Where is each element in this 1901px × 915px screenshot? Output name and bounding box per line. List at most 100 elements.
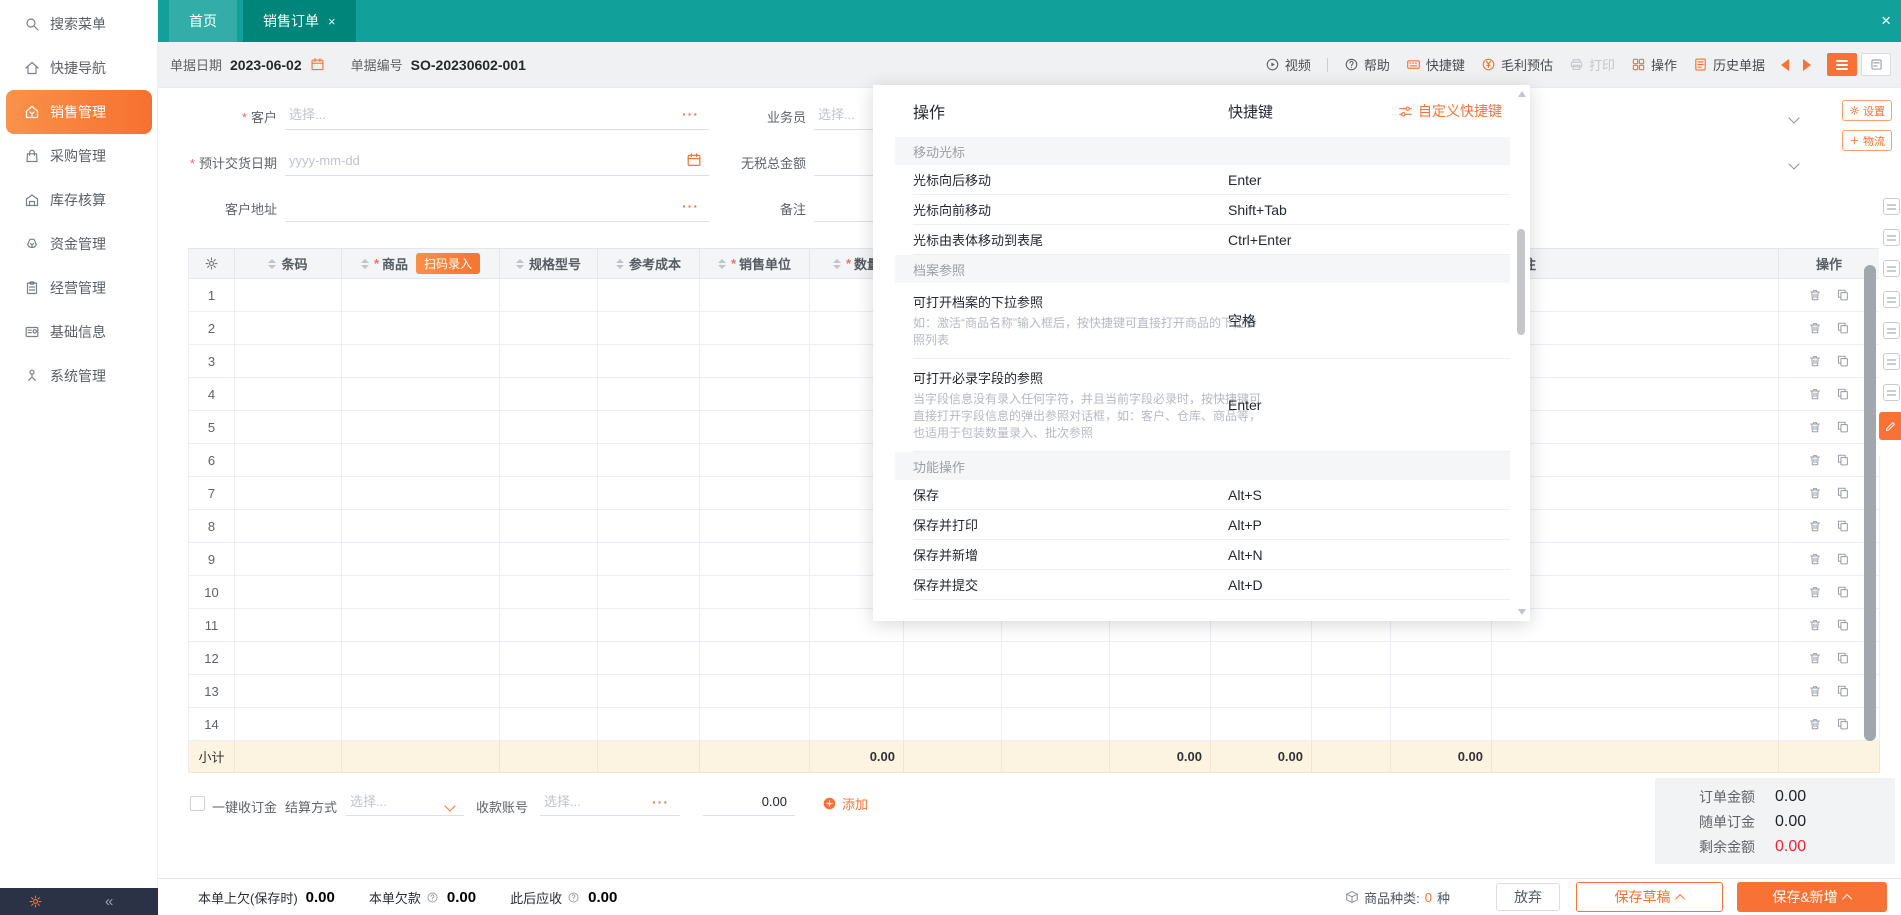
col-header-参考成本[interactable]: 参考成本	[598, 249, 700, 279]
grid-cell[interactable]	[700, 675, 810, 708]
grid-cell[interactable]	[235, 279, 342, 312]
grid-cell[interactable]	[1492, 444, 1779, 477]
grid-cell[interactable]	[598, 543, 700, 576]
tab-close-icon[interactable]: ×	[328, 14, 336, 29]
grid-cell[interactable]	[700, 642, 810, 675]
grid-cell[interactable]	[1492, 708, 1779, 741]
grid-cell[interactable]	[700, 312, 810, 345]
customer-input[interactable]	[285, 100, 709, 130]
grid-cell[interactable]	[810, 642, 904, 675]
sidebar-collapse-button[interactable]: «	[105, 893, 113, 910]
delete-row-icon[interactable]	[1808, 321, 1822, 335]
section-collapse-icon[interactable]	[1788, 156, 1804, 170]
grid-cell[interactable]	[342, 609, 500, 642]
customer-address-input[interactable]	[285, 192, 709, 222]
delivery-date-input[interactable]	[285, 146, 709, 176]
grid-cell[interactable]	[598, 378, 700, 411]
grid-cell[interactable]	[598, 510, 700, 543]
grid-cell[interactable]	[1492, 642, 1779, 675]
col-header-条码[interactable]: 条码	[235, 249, 342, 279]
grid-cell[interactable]	[235, 609, 342, 642]
grid-cell[interactable]	[235, 675, 342, 708]
grid-cell[interactable]	[598, 642, 700, 675]
sort-control[interactable]	[268, 258, 277, 269]
toolbar-doc-button[interactable]: 历史单据	[1693, 55, 1765, 74]
grid-cell[interactable]	[598, 345, 700, 378]
copy-row-icon[interactable]	[1836, 717, 1850, 731]
grid-cell[interactable]	[1391, 675, 1492, 708]
deposit-amount-input[interactable]	[703, 788, 795, 816]
grid-cell[interactable]	[235, 477, 342, 510]
one-key-deposit-checkbox[interactable]	[190, 796, 205, 811]
rail-icon-6[interactable]	[1883, 353, 1900, 370]
rail-icon-5[interactable]	[1883, 322, 1900, 339]
delete-row-icon[interactable]	[1808, 552, 1822, 566]
grid-cell[interactable]	[700, 708, 810, 741]
toolbar-question-button[interactable]: 帮助	[1344, 55, 1390, 74]
copy-row-icon[interactable]	[1836, 420, 1850, 434]
copy-row-icon[interactable]	[1836, 684, 1850, 698]
sort-control[interactable]	[832, 258, 841, 269]
prev-doc-arrow[interactable]	[1781, 58, 1789, 71]
copy-row-icon[interactable]	[1836, 288, 1850, 302]
copy-row-icon[interactable]	[1836, 618, 1850, 632]
toolbar-keyboard-button[interactable]: 快捷键	[1406, 55, 1465, 74]
grid-cell[interactable]	[598, 609, 700, 642]
scan-entry-button[interactable]: 扫码录入	[416, 253, 481, 274]
logistics-button[interactable]: 物流	[1842, 130, 1892, 151]
grid-cell[interactable]	[1492, 279, 1779, 312]
grid-cell[interactable]	[1312, 708, 1391, 741]
copy-row-icon[interactable]	[1836, 585, 1850, 599]
grid-cell[interactable]	[500, 576, 598, 609]
grid-cell[interactable]	[235, 642, 342, 675]
grid-cell[interactable]	[1492, 378, 1779, 411]
grid-cell[interactable]	[1312, 642, 1391, 675]
grid-cell[interactable]	[700, 609, 810, 642]
grid-cell[interactable]	[598, 312, 700, 345]
copy-row-icon[interactable]	[1836, 453, 1850, 467]
sidebar-item-bag[interactable]: 采购管理	[0, 134, 157, 178]
grid-cell[interactable]	[1492, 477, 1779, 510]
grid-cell[interactable]	[1110, 642, 1211, 675]
rail-icon-2[interactable]	[1883, 229, 1900, 246]
delete-row-icon[interactable]	[1808, 684, 1822, 698]
sidebar-item-search[interactable]: 搜索菜单	[0, 2, 157, 46]
scroll-down-arrow[interactable]	[1518, 609, 1526, 615]
delete-row-icon[interactable]	[1808, 585, 1822, 599]
customize-shortcuts-link[interactable]: 自定义快捷键	[1398, 101, 1502, 121]
delete-row-icon[interactable]	[1808, 453, 1822, 467]
delete-row-icon[interactable]	[1808, 651, 1822, 665]
column-settings[interactable]	[188, 249, 235, 279]
grid-cell[interactable]	[500, 675, 598, 708]
grid-cell[interactable]	[1492, 312, 1779, 345]
window-close-button[interactable]: ×	[1881, 0, 1891, 42]
customer-lookup-icon[interactable]: ···	[682, 106, 699, 122]
rail-icon-4[interactable]	[1883, 291, 1900, 308]
grid-cell[interactable]	[904, 708, 1002, 741]
grid-cell[interactable]	[235, 543, 342, 576]
scroll-up-arrow[interactable]	[1518, 91, 1526, 97]
grid-cell[interactable]	[235, 444, 342, 477]
dialog-scroll-thumb[interactable]	[1517, 229, 1525, 335]
grid-cell[interactable]	[1110, 675, 1211, 708]
grid-cell[interactable]	[342, 477, 500, 510]
grid-cell[interactable]	[700, 477, 810, 510]
grid-cell[interactable]	[598, 279, 700, 312]
grid-cell[interactable]	[1492, 576, 1779, 609]
delete-row-icon[interactable]	[1808, 354, 1822, 368]
grid-cell[interactable]	[598, 708, 700, 741]
sidebar-item-clipboard[interactable]: 经营管理	[0, 266, 157, 310]
grid-cell[interactable]	[342, 708, 500, 741]
rail-edit-button[interactable]	[1879, 412, 1901, 440]
grid-cell[interactable]	[1391, 642, 1492, 675]
grid-cell[interactable]	[235, 411, 342, 444]
grid-cell[interactable]	[904, 642, 1002, 675]
grid-cell[interactable]	[500, 708, 598, 741]
grid-cell[interactable]	[235, 345, 342, 378]
grid-cell[interactable]	[1002, 708, 1110, 741]
grid-cell[interactable]	[500, 411, 598, 444]
copy-row-icon[interactable]	[1836, 651, 1850, 665]
grid-cell[interactable]	[598, 675, 700, 708]
save-and-new-button[interactable]: 保存&新增	[1737, 882, 1887, 912]
sidebar-item-home[interactable]: 快捷导航	[0, 46, 157, 90]
